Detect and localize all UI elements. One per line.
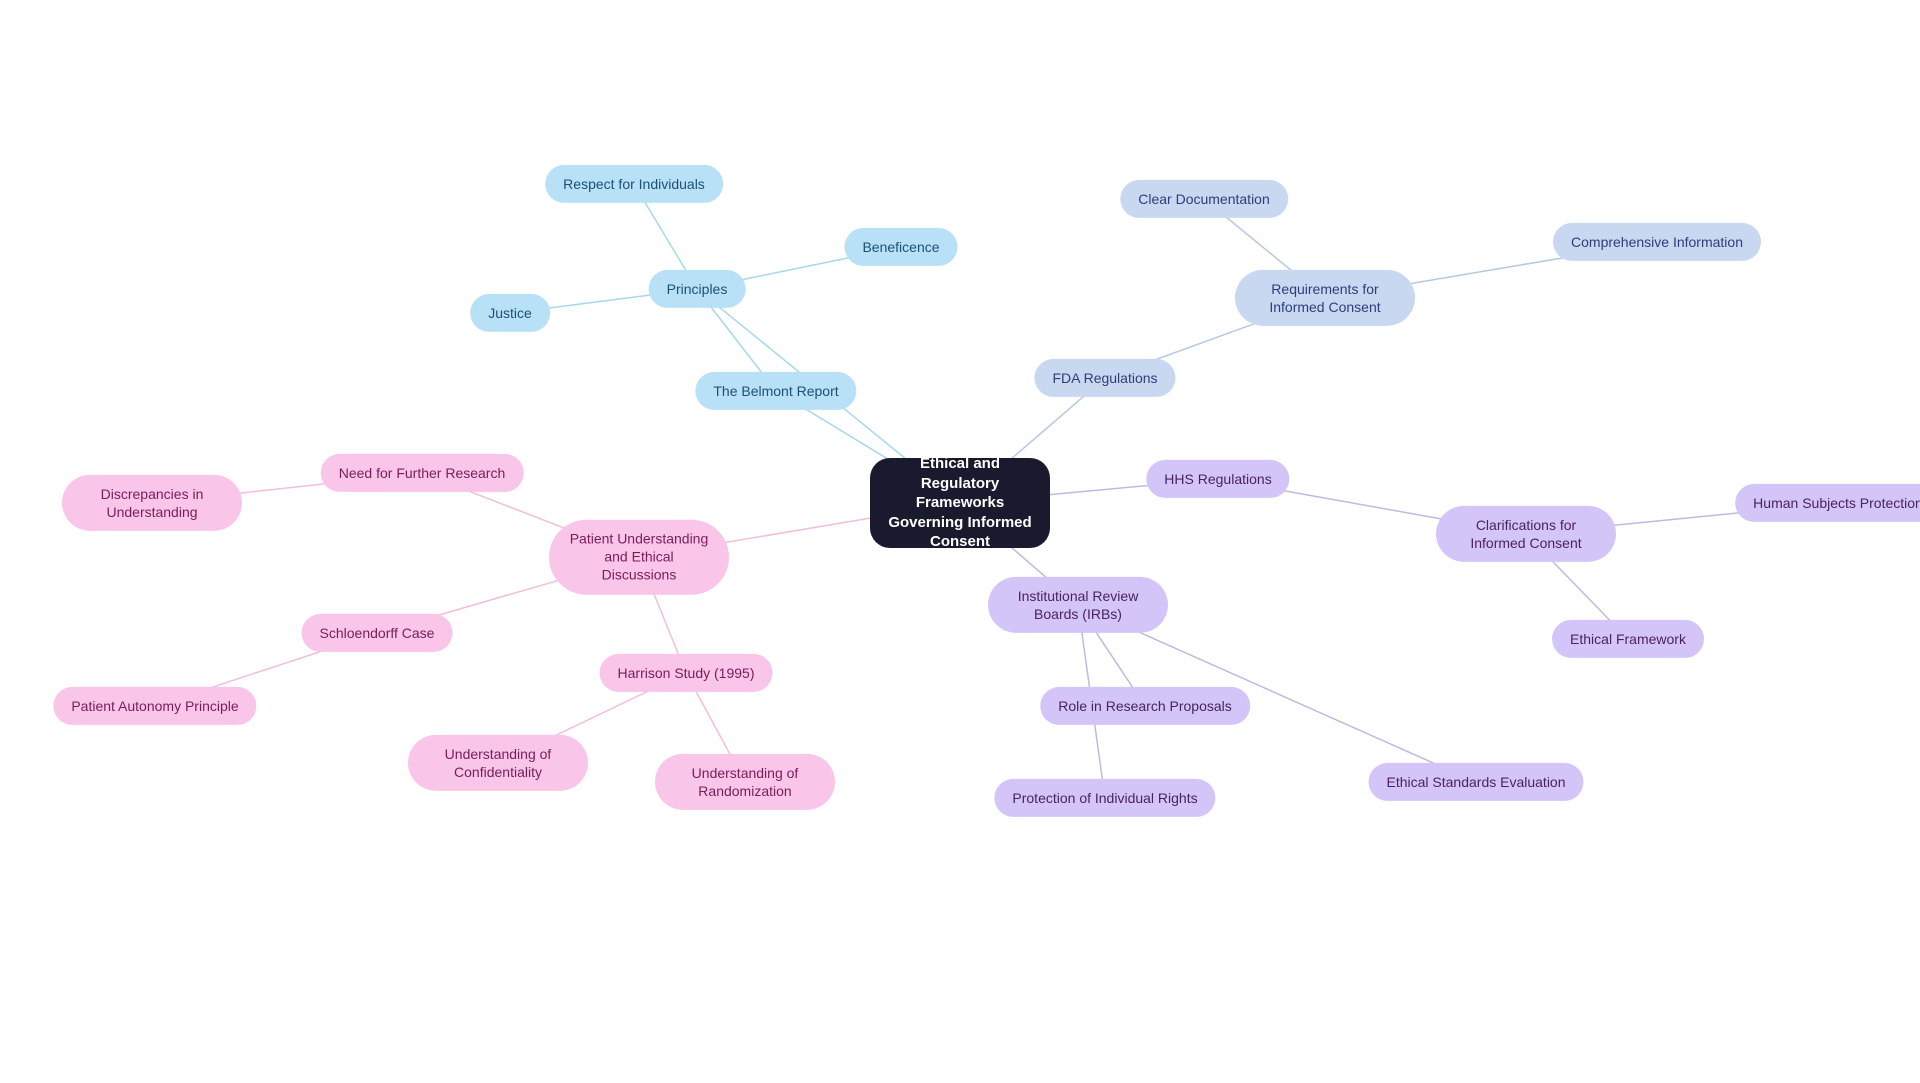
node-req_informed[interactable]: Requirements for Informed Consent xyxy=(1235,270,1415,326)
node-patient_autonomy[interactable]: Patient Autonomy Principle xyxy=(53,687,256,725)
node-schloendorff[interactable]: Schloendorff Case xyxy=(302,614,453,652)
node-discrepancies[interactable]: Discrepancies in Understanding xyxy=(62,475,242,531)
mind-map: Ethical and Regulatory Frameworks Govern… xyxy=(0,0,1920,1083)
node-principles[interactable]: Principles xyxy=(649,270,746,308)
node-ethical_framework[interactable]: Ethical Framework xyxy=(1552,620,1704,658)
node-justice[interactable]: Justice xyxy=(470,294,550,332)
node-protection_rights[interactable]: Protection of Individual Rights xyxy=(994,779,1215,817)
node-patient_understanding[interactable]: Patient Understanding and Ethical Discus… xyxy=(549,520,729,595)
node-beneficence[interactable]: Beneficence xyxy=(844,228,957,266)
node-human_subjects[interactable]: Human Subjects Protection xyxy=(1735,484,1920,522)
center-node[interactable]: Ethical and Regulatory Frameworks Govern… xyxy=(870,458,1050,548)
node-ethical_standards[interactable]: Ethical Standards Evaluation xyxy=(1369,763,1584,801)
node-clear_doc[interactable]: Clear Documentation xyxy=(1120,180,1288,218)
node-fda[interactable]: FDA Regulations xyxy=(1034,359,1175,397)
node-clarifications[interactable]: Clarifications for Informed Consent xyxy=(1436,506,1616,562)
node-belmont[interactable]: The Belmont Report xyxy=(695,372,856,410)
node-respect[interactable]: Respect for Individuals xyxy=(545,165,723,203)
node-harrison[interactable]: Harrison Study (1995) xyxy=(600,654,773,692)
node-need_research[interactable]: Need for Further Research xyxy=(321,454,524,492)
node-role_research[interactable]: Role in Research Proposals xyxy=(1040,687,1250,725)
node-irbs[interactable]: Institutional Review Boards (IRBs) xyxy=(988,577,1168,633)
node-comprehensive[interactable]: Comprehensive Information xyxy=(1553,223,1761,261)
node-confidentiality[interactable]: Understanding of Confidentiality xyxy=(408,735,588,791)
node-randomization[interactable]: Understanding of Randomization xyxy=(655,754,835,810)
node-hhs[interactable]: HHS Regulations xyxy=(1146,460,1289,498)
